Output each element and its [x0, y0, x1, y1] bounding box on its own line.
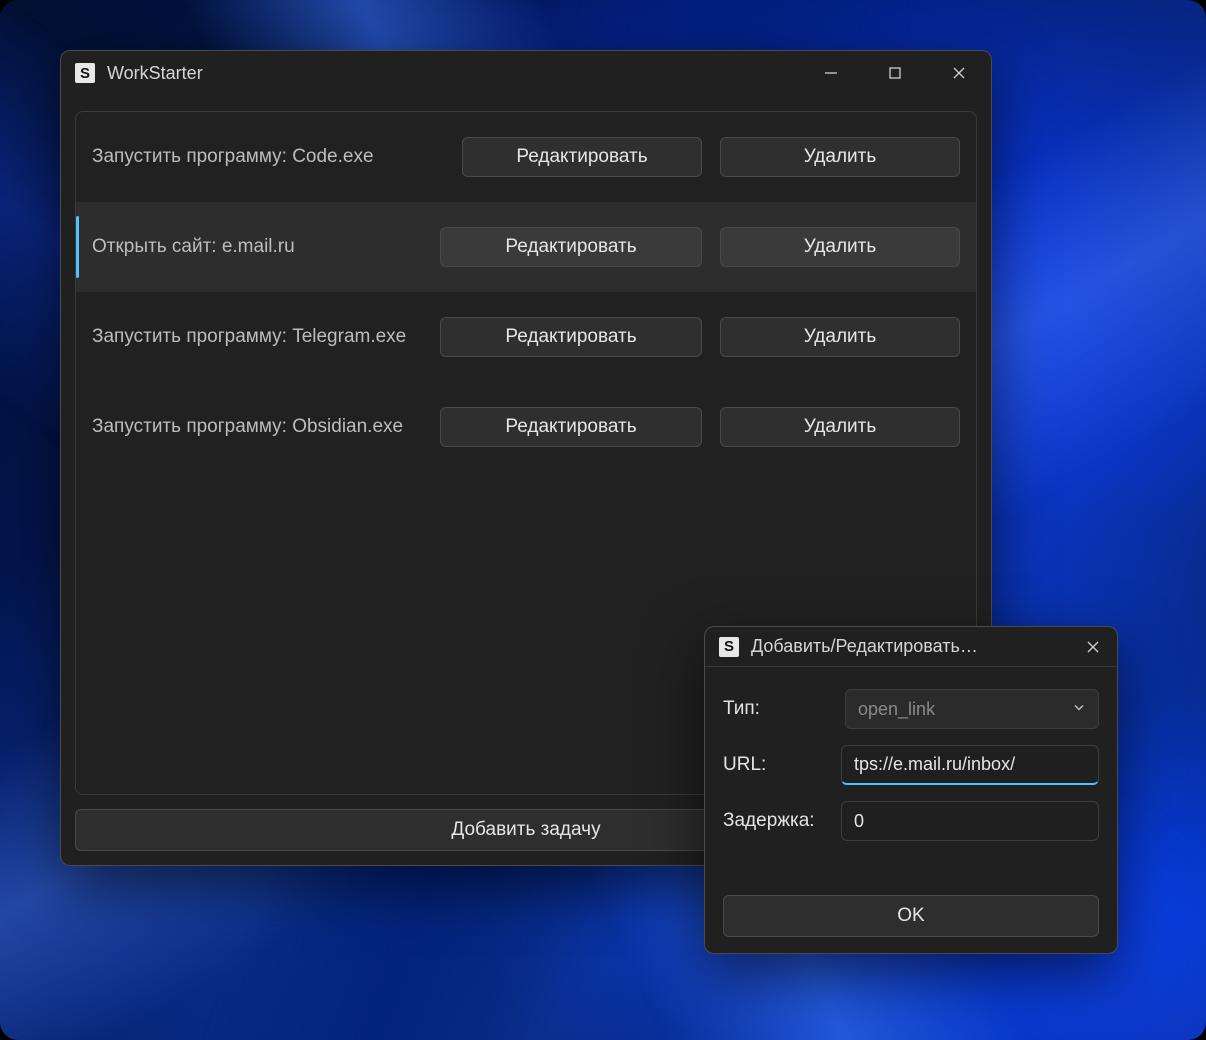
dialog-titlebar[interactable]: S Добавить/Редактировать…	[705, 627, 1117, 667]
delay-label: Задержка:	[723, 810, 831, 832]
maximize-icon	[888, 66, 902, 80]
task-label: Запустить программу: Telegram.exe	[92, 326, 422, 348]
titlebar[interactable]: S WorkStarter	[61, 51, 991, 95]
delete-button[interactable]: Удалить	[720, 227, 960, 267]
task-label: Запустить программу: Code.exe	[92, 146, 444, 168]
window-title: WorkStarter	[107, 63, 203, 84]
task-row[interactable]: Запустить программу: Obsidian.exe Редакт…	[76, 382, 976, 472]
task-label: Открыть сайт: e.mail.ru	[92, 236, 422, 258]
close-button[interactable]	[927, 51, 991, 95]
edit-dialog: S Добавить/Редактировать… Тип: open_link…	[704, 626, 1118, 954]
delay-row: Задержка:	[723, 801, 1099, 841]
task-row[interactable]: Запустить программу: Telegram.exe Редакт…	[76, 292, 976, 382]
type-value: open_link	[858, 699, 935, 720]
url-row: URL:	[723, 745, 1099, 785]
dialog-close-button[interactable]	[1069, 627, 1117, 666]
edit-button[interactable]: Редактировать	[462, 137, 702, 177]
dialog-body: Тип: open_link URL: Задержка: OK	[705, 667, 1117, 953]
delete-button[interactable]: Удалить	[720, 407, 960, 447]
type-label: Тип:	[723, 698, 835, 720]
close-icon	[952, 66, 966, 80]
ok-button[interactable]: OK	[723, 895, 1099, 937]
minimize-button[interactable]	[799, 51, 863, 95]
window-controls	[799, 51, 991, 95]
edit-button[interactable]: Редактировать	[440, 407, 702, 447]
maximize-button[interactable]	[863, 51, 927, 95]
delete-button[interactable]: Удалить	[720, 317, 960, 357]
url-label: URL:	[723, 754, 831, 776]
app-icon: S	[719, 637, 739, 657]
url-input[interactable]	[841, 745, 1099, 785]
edit-button[interactable]: Редактировать	[440, 227, 702, 267]
task-row[interactable]: Запустить программу: Code.exe Редактиров…	[76, 112, 976, 202]
delay-input[interactable]	[841, 801, 1099, 841]
type-row: Тип: open_link	[723, 689, 1099, 729]
dialog-window-controls	[1069, 627, 1117, 666]
minimize-icon	[824, 66, 838, 80]
type-select[interactable]: open_link	[845, 689, 1099, 729]
app-icon: S	[75, 63, 95, 83]
task-row[interactable]: Открыть сайт: e.mail.ru Редактировать Уд…	[76, 202, 976, 292]
dialog-title: Добавить/Редактировать…	[751, 636, 978, 657]
close-icon	[1086, 640, 1100, 654]
delete-button[interactable]: Удалить	[720, 137, 960, 177]
chevron-down-icon	[1072, 699, 1086, 720]
task-label: Запустить программу: Obsidian.exe	[92, 416, 422, 438]
edit-button[interactable]: Редактировать	[440, 317, 702, 357]
